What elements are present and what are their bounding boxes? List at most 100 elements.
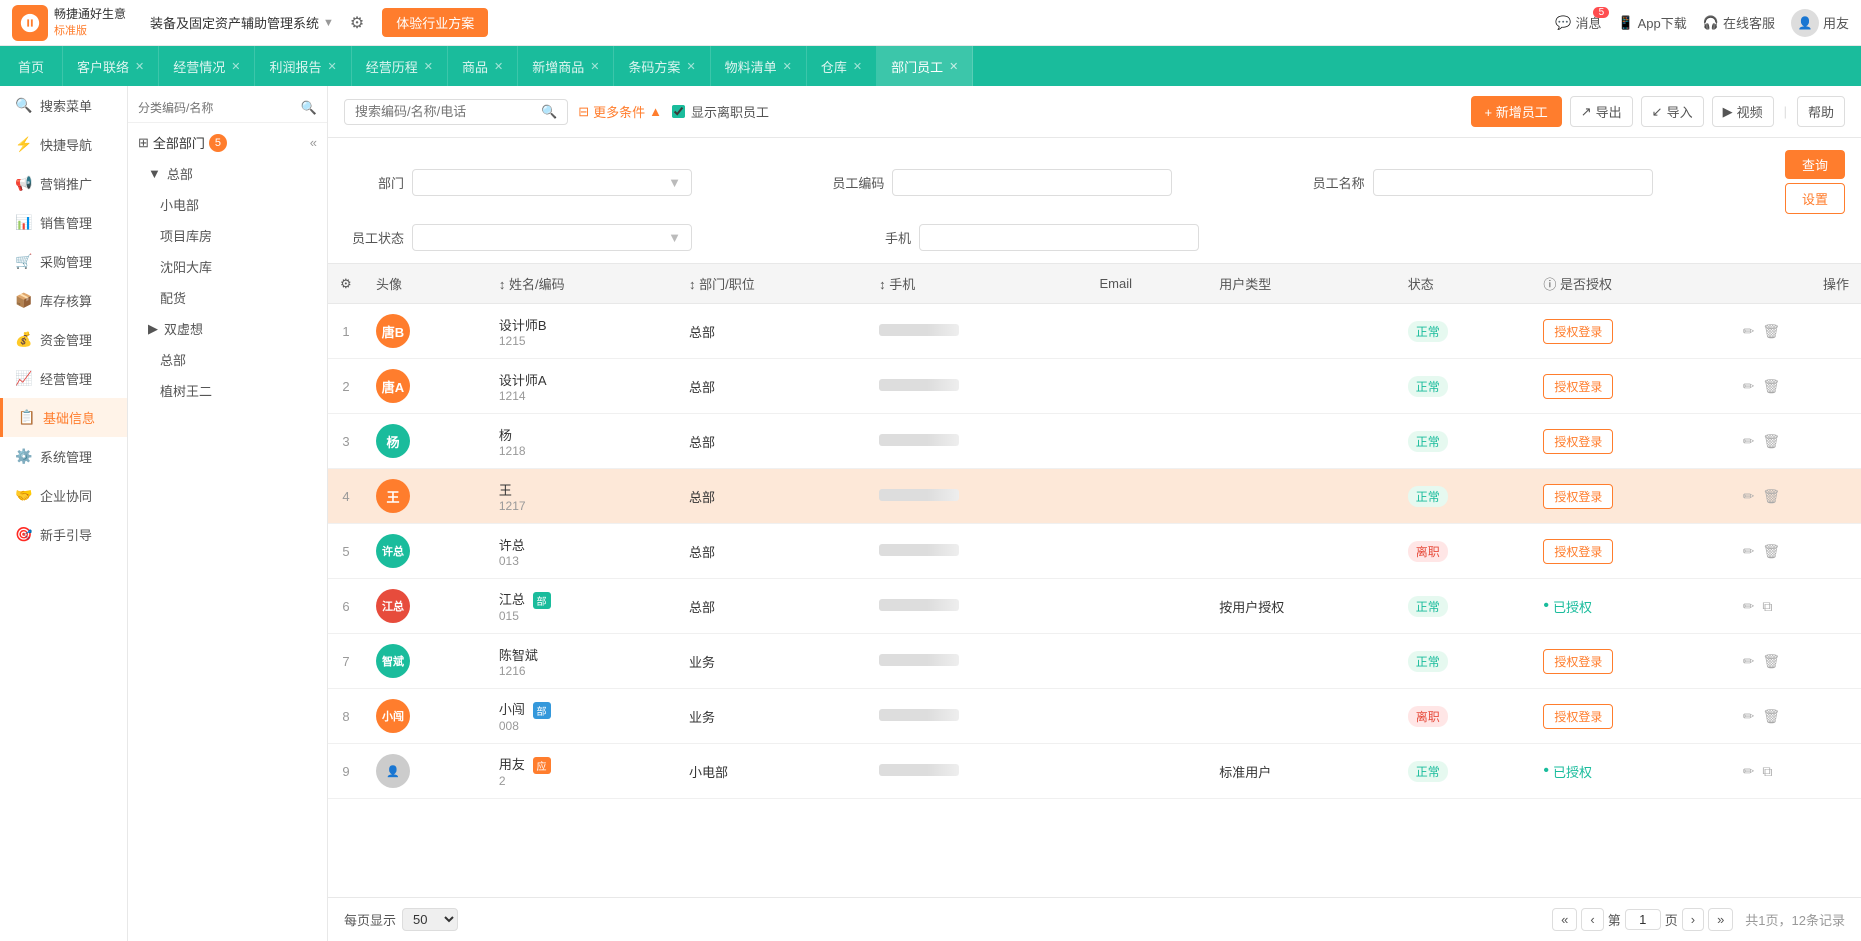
auth-button[interactable]: 授权登录 [1543, 319, 1613, 344]
tab-operation[interactable]: 经营情况✕ [159, 46, 255, 86]
dept-item-shuangxu[interactable]: ▶ 双虚想 [128, 313, 327, 344]
sidebar-item-marketing[interactable]: 📢 营销推广 [0, 164, 127, 203]
query-button[interactable]: 查询 [1785, 150, 1845, 179]
edit-icon[interactable]: ✏ [1743, 598, 1755, 615]
tab-dept-staff[interactable]: 部门员工✕ [877, 46, 973, 86]
last-page-button[interactable]: » [1708, 908, 1733, 931]
emp-status-select[interactable]: ▼ [412, 224, 692, 251]
col-phone[interactable]: ↕ 手机 [867, 264, 1087, 304]
tab-warehouse[interactable]: 仓库✕ [807, 46, 877, 86]
dept-item-shenyang[interactable]: 沈阳大库 [128, 251, 327, 282]
sidebar-item-system[interactable]: ⚙️ 系统管理 [0, 437, 127, 476]
auth-button[interactable]: 授权登录 [1543, 429, 1613, 454]
dept-select[interactable]: ▼ [412, 169, 692, 196]
auth-button[interactable]: 授权登录 [1543, 704, 1613, 729]
page-size-select[interactable]: 20 50 100 [402, 908, 458, 931]
close-icon[interactable]: ✕ [949, 60, 958, 73]
delete-icon[interactable]: 🗑 [1762, 433, 1780, 450]
phone-input[interactable] [919, 224, 1199, 251]
tab-bom[interactable]: 物料清单✕ [711, 46, 807, 86]
prev-page-button[interactable]: ‹ [1581, 908, 1603, 931]
col-dept[interactable]: ↕ 部门/职位 [677, 264, 867, 304]
sidebar-item-guide[interactable]: 🎯 新手引导 [0, 515, 127, 554]
import-button[interactable]: ↙ 导入 [1641, 96, 1704, 127]
close-icon[interactable]: ✕ [135, 60, 144, 73]
delete-icon[interactable]: 🗑 [1762, 323, 1780, 340]
delete-icon[interactable]: 🗑 [1762, 543, 1780, 560]
sidebar-item-operation[interactable]: 📈 经营管理 [0, 359, 127, 398]
dept-collapse-icon[interactable]: « [310, 135, 317, 150]
edit-icon[interactable]: ✏ [1743, 323, 1755, 340]
tab-new-goods[interactable]: 新增商品✕ [518, 46, 614, 86]
dropdown-arrow[interactable]: ▼ [323, 17, 334, 29]
close-icon[interactable]: ✕ [590, 60, 599, 73]
sidebar-item-sales[interactable]: 📊 销售管理 [0, 203, 127, 242]
page-input[interactable] [1625, 909, 1661, 930]
col-settings-header[interactable]: ⚙ [328, 264, 364, 304]
edit-icon[interactable]: ✏ [1743, 433, 1755, 450]
sidebar-item-basic[interactable]: 📋 基础信息 [0, 398, 127, 437]
delete-icon[interactable]: 🗑 [1762, 708, 1780, 725]
edit-icon[interactable]: ✏ [1743, 763, 1755, 780]
dept-item-general[interactable]: ▼ 总部 [128, 158, 327, 189]
dept-item-zhishu[interactable]: 植树王二 [128, 375, 327, 406]
tab-profit[interactable]: 利润报告✕ [255, 46, 351, 86]
tab-history[interactable]: 经营历程✕ [352, 46, 448, 86]
auth-button[interactable]: 授权登录 [1543, 649, 1613, 674]
dept-root-label[interactable]: 全部部门 [153, 133, 205, 152]
tab-barcode[interactable]: 条码方案✕ [614, 46, 710, 86]
col-name[interactable]: ↕ 姓名/编码 [487, 264, 677, 304]
close-icon[interactable]: ✕ [231, 60, 240, 73]
tab-goods[interactable]: 商品✕ [448, 46, 518, 86]
user-menu[interactable]: 👤 用友 [1791, 9, 1849, 37]
edit-icon[interactable]: ✏ [1743, 708, 1755, 725]
help-button[interactable]: 帮助 [1797, 96, 1845, 127]
close-icon[interactable]: ✕ [686, 60, 695, 73]
resigned-checkbox-input[interactable] [672, 105, 685, 118]
more-conditions-button[interactable]: ⊟ 更多条件 ▲ [578, 102, 662, 121]
auth-button[interactable]: 授权登录 [1543, 539, 1613, 564]
copy-icon[interactable]: ⧉ [1762, 763, 1772, 780]
settings-icon[interactable]: ⚙ [350, 13, 364, 33]
auth-button[interactable]: 授权登录 [1543, 374, 1613, 399]
dept-item-distribution[interactable]: 配货 [128, 282, 327, 313]
sidebar-item-inventory[interactable]: 📦 库存核算 [0, 281, 127, 320]
delete-icon[interactable]: 🗑 [1762, 653, 1780, 670]
close-icon[interactable]: ✕ [853, 60, 862, 73]
auth-button[interactable]: 授权登录 [1543, 484, 1613, 509]
edit-icon[interactable]: ✏ [1743, 653, 1755, 670]
set-button[interactable]: 设置 [1785, 183, 1845, 214]
close-icon[interactable]: ✕ [494, 60, 503, 73]
sidebar-item-purchase[interactable]: 🛒 采购管理 [0, 242, 127, 281]
add-employee-button[interactable]: + 新增员工 [1471, 96, 1562, 127]
video-button[interactable]: ▶ 视频 [1712, 96, 1774, 127]
edit-icon[interactable]: ✏ [1743, 488, 1755, 505]
export-button[interactable]: ↗ 导出 [1570, 96, 1633, 127]
message-button[interactable]: 💬 消息 5 [1555, 13, 1601, 32]
emp-code-input[interactable] [892, 169, 1172, 196]
sidebar-item-nav[interactable]: ⚡ 快捷导航 [0, 125, 127, 164]
close-icon[interactable]: ✕ [783, 60, 792, 73]
sidebar-item-finance[interactable]: 💰 资金管理 [0, 320, 127, 359]
dept-item-xiaodian[interactable]: 小电部 [128, 189, 327, 220]
app-download-button[interactable]: 📱 App下载 [1617, 13, 1686, 32]
delete-icon[interactable]: 🗑 [1762, 378, 1780, 395]
next-page-button[interactable]: › [1682, 908, 1704, 931]
edit-icon[interactable]: ✏ [1743, 378, 1755, 395]
tab-home[interactable]: 首页 [0, 46, 63, 86]
edit-icon[interactable]: ✏ [1743, 543, 1755, 560]
close-icon[interactable]: ✕ [424, 60, 433, 73]
support-button[interactable]: 🎧 在线客服 [1703, 13, 1775, 32]
trial-button[interactable]: 体验行业方案 [382, 8, 488, 37]
sidebar-item-search[interactable]: 🔍 搜索菜单 [0, 86, 127, 125]
emp-name-input[interactable] [1373, 169, 1653, 196]
tab-customer[interactable]: 客户联络✕ [63, 46, 159, 86]
first-page-button[interactable]: « [1552, 908, 1577, 931]
dept-search-input[interactable] [138, 101, 301, 115]
delete-icon[interactable]: 🗑 [1762, 488, 1780, 505]
dept-item-project[interactable]: 项目库房 [128, 220, 327, 251]
dept-item-general2[interactable]: 总部 [128, 344, 327, 375]
copy-icon[interactable]: ⧉ [1762, 598, 1772, 615]
search-input[interactable] [355, 104, 535, 119]
sidebar-item-collab[interactable]: 🤝 企业协同 [0, 476, 127, 515]
